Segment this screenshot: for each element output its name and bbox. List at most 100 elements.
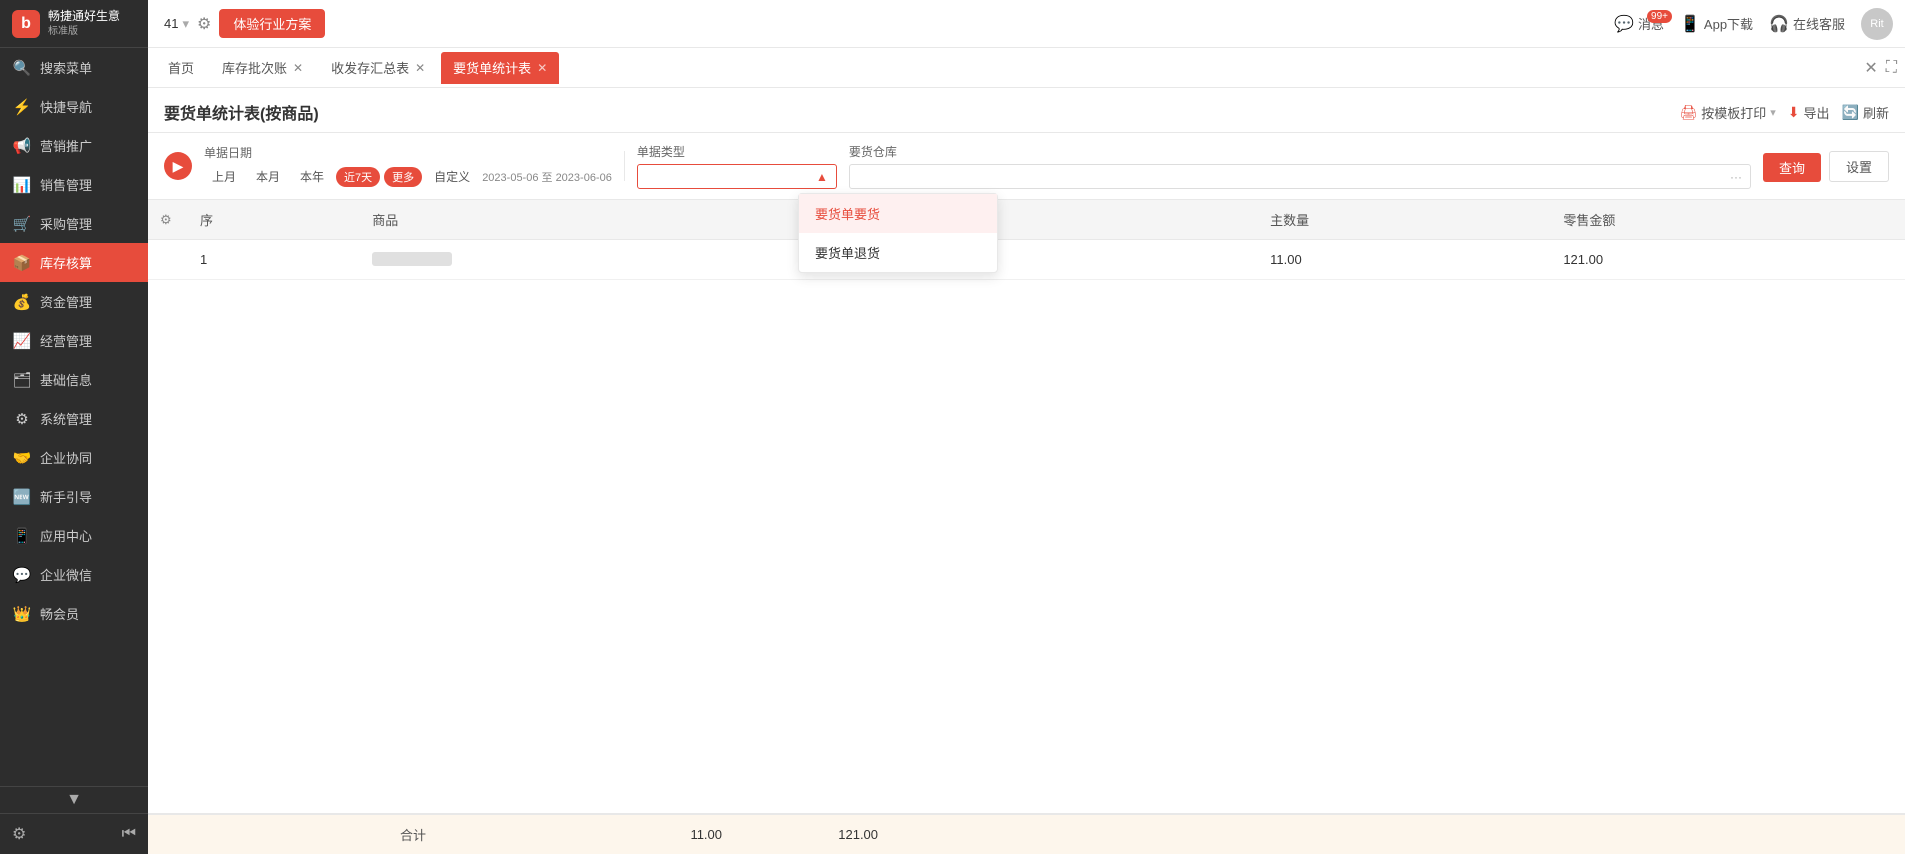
- date-btn-more[interactable]: 更多: [384, 167, 422, 187]
- sidebar-logo: b 畅捷通好生意 标准版: [0, 0, 148, 48]
- shortcut-label: 快捷导航: [40, 97, 92, 116]
- date-btn-this-year[interactable]: 本年: [292, 165, 332, 188]
- warehouse-input[interactable]: ···: [849, 164, 1751, 189]
- settings-btn[interactable]: 设置: [1829, 151, 1889, 182]
- sidebar-item-basic[interactable]: 🗂 基础信息: [0, 360, 148, 399]
- sidebar-item-member[interactable]: 👑 畅会员: [0, 594, 148, 633]
- brand-sub: 标准版: [48, 25, 120, 38]
- print-btn[interactable]: 🖨 按模板打印 ▾: [1679, 103, 1775, 122]
- refresh-btn[interactable]: 🔄 刷新: [1842, 103, 1889, 122]
- apps-label: 应用中心: [40, 526, 92, 545]
- operations-icon: 📈: [12, 332, 32, 350]
- warehouse-value: [858, 169, 1730, 184]
- tab-expand-icon[interactable]: ⛶: [1886, 59, 1897, 77]
- system-label: 系统管理: [40, 409, 92, 428]
- enterprise-icon: 🤝: [12, 449, 32, 467]
- table-head: ⚙ 序 商品 主计量单位 主数量 零售金额: [148, 200, 1905, 240]
- sidebar-item-wechat[interactable]: 💬 企业微信: [0, 555, 148, 594]
- sidebar-bottom: ⚙ ⏮: [0, 813, 148, 854]
- tab-home[interactable]: 首页: [156, 52, 206, 84]
- tab-stock-close[interactable]: ✕: [293, 61, 303, 75]
- topbar-right: 💬 消息 99+ 📱 App下载 🎧 在线客服 Rit: [1614, 8, 1893, 40]
- msg-icon: 💬: [1614, 14, 1634, 34]
- print-icon: 🖨: [1679, 104, 1697, 121]
- inventory-label: 库存核算: [40, 253, 92, 272]
- msg-badge: 99+: [1647, 10, 1672, 23]
- app-icon: 📱: [1680, 14, 1700, 34]
- date-btn-7days[interactable]: 近7天: [336, 167, 380, 187]
- th-settings: ⚙: [148, 200, 188, 240]
- filter-bar: ▶ 单据日期 上月 本月 本年 近7天 更多 自定义 2023-05-06 至 …: [148, 133, 1905, 200]
- doc-type-value: [646, 169, 816, 184]
- sidebar-search[interactable]: 🔍 搜索菜单: [0, 48, 148, 87]
- export-btn[interactable]: ⬇ 导出: [1788, 103, 1830, 122]
- tab-order-stat[interactable]: 要货单统计表 ✕: [441, 52, 559, 84]
- topbar-service[interactable]: 🎧 在线客服: [1769, 14, 1845, 34]
- th-settings-icon[interactable]: ⚙: [160, 212, 172, 227]
- product-blurred: ██████: [372, 252, 452, 266]
- footer-label: 合计: [160, 825, 426, 844]
- search-icon: 🔍: [12, 59, 32, 77]
- sidebar-item-enterprise[interactable]: 🤝 企业协同: [0, 438, 148, 477]
- brand-name: 畅捷通好生意: [48, 9, 120, 25]
- sidebar-item-guide[interactable]: 🆕 新手引导: [0, 477, 148, 516]
- sidebar-item-operations[interactable]: 📈 经营管理: [0, 321, 148, 360]
- sidebar-item-apps[interactable]: 📱 应用中心: [0, 516, 148, 555]
- tab-stock-label: 库存批次账: [222, 58, 287, 77]
- purchase-label: 采购管理: [40, 214, 92, 233]
- industry-btn[interactable]: 体验行业方案: [219, 9, 325, 38]
- refresh-icon: 🔄: [1842, 104, 1859, 121]
- search-label: 搜索菜单: [40, 58, 92, 77]
- sidebar-item-shortcut[interactable]: ⚡ 快捷导航: [0, 87, 148, 126]
- tab-stock[interactable]: 库存批次账 ✕: [210, 52, 315, 84]
- system-icon: ⚙: [12, 410, 32, 428]
- tab-summary[interactable]: 收发存汇总表 ✕: [319, 52, 437, 84]
- date-btn-last-month[interactable]: 上月: [204, 165, 244, 188]
- print-label: 按模板打印: [1701, 103, 1766, 122]
- sidebar-item-finance[interactable]: 💰 资金管理: [0, 282, 148, 321]
- sidebar-scroll-down[interactable]: ▼: [0, 786, 148, 813]
- topbar-avatar[interactable]: Rit: [1861, 8, 1893, 40]
- dropdown-item-yh-return[interactable]: 要货单退货: [799, 233, 997, 272]
- cell-checkbox: [148, 240, 188, 280]
- tab-summary-close[interactable]: ✕: [415, 61, 425, 75]
- topbar-app-download[interactable]: 📱 App下载: [1680, 14, 1753, 34]
- date-btn-this-month[interactable]: 本月: [248, 165, 288, 188]
- tabbar-expand: ✕ ⛶: [1864, 58, 1897, 78]
- filter-doc-type: 单据类型 ▲: [637, 143, 837, 189]
- enterprise-label: 企业协同: [40, 448, 92, 467]
- table-footer: 合计 11.00 121.00: [148, 813, 1905, 854]
- store-number: 41: [164, 16, 178, 31]
- marketing-label: 营销推广: [40, 136, 92, 155]
- member-label: 畅会员: [40, 604, 79, 623]
- topbar-settings-icon[interactable]: ⚙: [197, 14, 211, 34]
- store-dropdown-icon[interactable]: ▾: [182, 16, 189, 32]
- purchase-icon: 🛒: [12, 215, 32, 233]
- cell-no: 1: [188, 240, 360, 280]
- apps-icon: 📱: [12, 527, 32, 545]
- sidebar-item-sales[interactable]: 📊 销售管理: [0, 165, 148, 204]
- footer-qty: 11.00: [642, 827, 722, 842]
- sidebar-item-marketing[interactable]: 📢 营销推广: [0, 126, 148, 165]
- print-dropdown-icon[interactable]: ▾: [1770, 106, 1776, 119]
- tab-order-stat-close[interactable]: ✕: [537, 61, 547, 75]
- sidebar: b 畅捷通好生意 标准版 🔍 搜索菜单 ⚡ 快捷导航 📢 营销推广 📊 销售管理…: [0, 0, 148, 854]
- filter-expand-btn[interactable]: ▶: [164, 152, 192, 180]
- tab-close-all-icon[interactable]: ✕: [1864, 58, 1877, 78]
- doc-type-select[interactable]: ▲: [637, 164, 837, 189]
- sidebar-item-purchase[interactable]: 🛒 采购管理: [0, 204, 148, 243]
- filter-actions: 查询 设置: [1763, 151, 1889, 182]
- sidebar-settings-icon[interactable]: ⚙: [12, 824, 26, 844]
- query-btn[interactable]: 查询: [1763, 153, 1821, 182]
- sidebar-collapse-btn[interactable]: ⏮: [122, 825, 136, 843]
- date-btn-custom[interactable]: 自定义: [426, 165, 478, 188]
- topbar-msg[interactable]: 💬 消息 99+: [1614, 14, 1664, 34]
- dropdown-item-yh-single[interactable]: 要货单要货: [799, 194, 997, 233]
- sidebar-item-system[interactable]: ⚙ 系统管理: [0, 399, 148, 438]
- guide-icon: 🆕: [12, 488, 32, 506]
- sidebar-item-inventory[interactable]: 📦 库存核算: [0, 243, 148, 282]
- refresh-label: 刷新: [1863, 103, 1889, 122]
- th-product: 商品: [360, 200, 844, 240]
- table-header-row: ⚙ 序 商品 主计量单位 主数量 零售金额: [148, 200, 1905, 240]
- export-icon: ⬇: [1788, 104, 1800, 121]
